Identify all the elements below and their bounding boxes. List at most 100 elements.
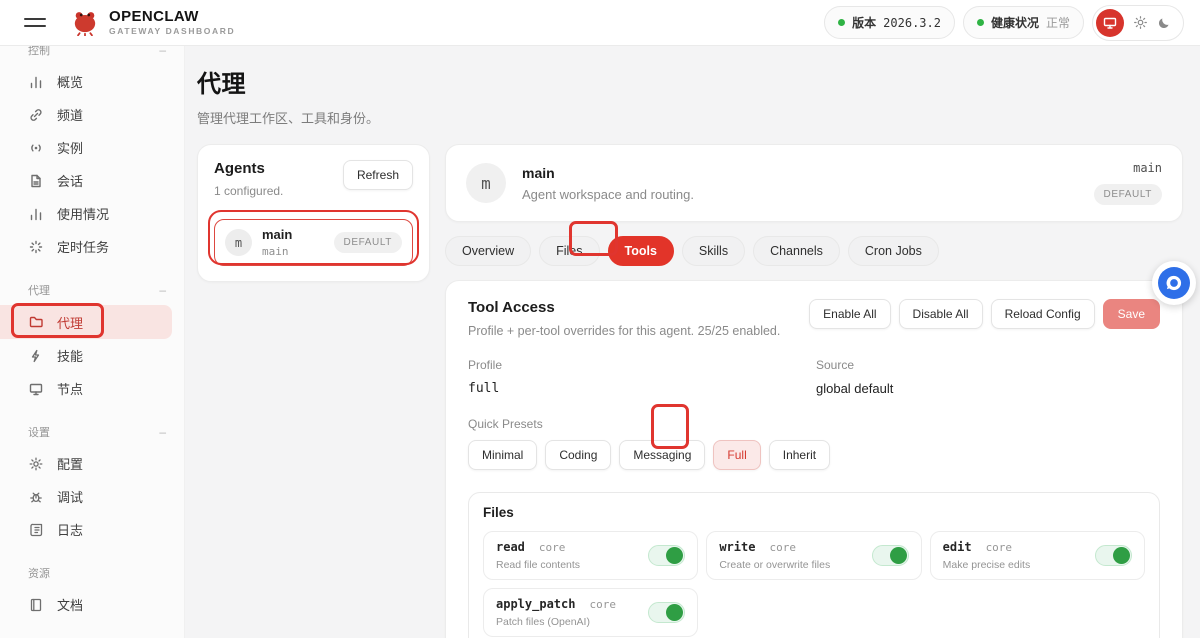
tool-edit: editcore Make precise edits bbox=[930, 531, 1145, 580]
sidebar-item-agents[interactable]: 代理 bbox=[0, 305, 172, 339]
tab-tools[interactable]: Tools bbox=[608, 236, 674, 266]
agent-list-item-main[interactable]: m main main DEFAULT bbox=[214, 219, 413, 266]
health-badge: 健康状况 正常 bbox=[963, 6, 1084, 39]
sidebar-section-control: 控制– bbox=[0, 46, 184, 60]
version-value: 2026.3.2 bbox=[883, 16, 941, 30]
agent-id: main bbox=[262, 245, 292, 258]
disable-all-button[interactable]: Disable All bbox=[899, 299, 983, 329]
sidebar-item-label: 代理 bbox=[57, 313, 83, 332]
tab-files[interactable]: Files bbox=[539, 236, 599, 266]
tool-scope: core bbox=[589, 598, 616, 611]
avatar: m bbox=[225, 229, 252, 256]
collapse-icon[interactable]: – bbox=[159, 283, 166, 297]
tab-skills[interactable]: Skills bbox=[682, 236, 745, 266]
tool-apply-patch: apply_patch core Patch files (OpenAI) bbox=[483, 588, 698, 637]
gear-icon bbox=[28, 456, 44, 472]
app-root: OPENCLAW GATEWAY DASHBOARD 版本 2026.3.2 健… bbox=[0, 0, 1200, 638]
enable-all-button[interactable]: Enable All bbox=[809, 299, 890, 329]
sidebar-section-resources: 资源 bbox=[0, 563, 184, 583]
sidebar-item-cron[interactable]: 定时任务 bbox=[0, 230, 184, 263]
sidebar-item-skills[interactable]: 技能 bbox=[0, 339, 184, 372]
tab-channels[interactable]: Channels bbox=[753, 236, 840, 266]
monitor-icon bbox=[28, 381, 44, 397]
quick-presets-label: Quick Presets bbox=[468, 417, 1160, 431]
chat-bubble-icon bbox=[1158, 267, 1190, 299]
agent-name: main bbox=[262, 227, 292, 242]
sidebar-item-usage[interactable]: 使用情况 bbox=[0, 197, 184, 230]
sun-icon[interactable] bbox=[1133, 15, 1148, 30]
tool-access-card: Tool Access Profile + per-tool overrides… bbox=[445, 280, 1183, 638]
sidebar-item-channels[interactable]: 频道 bbox=[0, 98, 184, 131]
sidebar-item-nodes[interactable]: 节点 bbox=[0, 372, 184, 405]
agent-header-description: Agent workspace and routing. bbox=[522, 187, 694, 202]
sidebar-item-sessions[interactable]: 会话 bbox=[0, 164, 184, 197]
tool-name: apply_patch bbox=[496, 597, 575, 611]
preset-messaging-button[interactable]: Messaging bbox=[619, 440, 705, 470]
reload-config-button[interactable]: Reload Config bbox=[991, 299, 1095, 329]
floating-assistant-button[interactable] bbox=[1152, 261, 1196, 305]
sidebar-item-label: 会话 bbox=[57, 171, 83, 190]
quick-presets: Minimal Coding Messaging Full Inherit bbox=[468, 440, 1160, 470]
agents-panel: Agents 1 configured. Refresh m main main… bbox=[197, 144, 430, 282]
brand-subtitle: GATEWAY DASHBOARD bbox=[109, 27, 235, 36]
tool-apply-patch-toggle[interactable] bbox=[648, 602, 685, 623]
files-group-title: Files bbox=[483, 505, 1145, 520]
tool-name: read bbox=[496, 540, 525, 554]
sidebar-item-debug[interactable]: 调试 bbox=[0, 480, 184, 513]
default-badge: DEFAULT bbox=[334, 232, 402, 253]
agents-panel-title: Agents bbox=[214, 160, 283, 177]
theme-toggle-group bbox=[1092, 5, 1184, 41]
tool-read-toggle[interactable] bbox=[648, 545, 685, 566]
sidebar-item-logs[interactable]: 日志 bbox=[0, 513, 184, 546]
tool-description: Create or overwrite files bbox=[719, 559, 830, 571]
link-icon bbox=[28, 107, 44, 123]
openclaw-logo-icon bbox=[70, 10, 100, 36]
sidebar-item-docs[interactable]: 文档 bbox=[0, 588, 184, 621]
file-icon bbox=[28, 173, 44, 189]
default-badge: DEFAULT bbox=[1094, 184, 1162, 205]
tool-name: edit bbox=[943, 540, 972, 554]
sidebar-item-label: 节点 bbox=[57, 379, 83, 398]
sidebar-item-instances[interactable]: 实例 bbox=[0, 131, 184, 164]
bar-chart-icon bbox=[28, 74, 44, 90]
collapse-icon[interactable]: – bbox=[159, 425, 166, 439]
tab-overview[interactable]: Overview bbox=[445, 236, 531, 266]
profile-label: Profile bbox=[468, 358, 816, 372]
tool-access-title: Tool Access bbox=[468, 299, 780, 316]
preset-full-button[interactable]: Full bbox=[713, 440, 760, 470]
preset-minimal-button[interactable]: Minimal bbox=[468, 440, 537, 470]
sidebar-item-label: 日志 bbox=[57, 520, 83, 539]
tool-read: readcore Read file contents bbox=[483, 531, 698, 580]
health-value: 正常 bbox=[1046, 14, 1070, 31]
tool-edit-toggle[interactable] bbox=[1095, 545, 1132, 566]
refresh-button[interactable]: Refresh bbox=[343, 160, 413, 190]
preset-coding-button[interactable]: Coding bbox=[545, 440, 611, 470]
status-dot-icon bbox=[977, 19, 984, 26]
topbar: OPENCLAW GATEWAY DASHBOARD 版本 2026.3.2 健… bbox=[0, 0, 1200, 46]
files-tool-group: Files readcore Read file contents bbox=[468, 492, 1160, 638]
tool-scope: core bbox=[986, 541, 1013, 554]
tool-write: writecore Create or overwrite files bbox=[706, 531, 921, 580]
bug-icon bbox=[28, 489, 44, 505]
sidebar-item-config[interactable]: 配置 bbox=[0, 447, 184, 480]
save-button[interactable]: Save bbox=[1103, 299, 1160, 329]
sidebar-item-overview[interactable]: 概览 bbox=[0, 65, 184, 98]
menu-icon[interactable] bbox=[24, 15, 46, 31]
sidebar-section-settings: 设置– bbox=[0, 422, 184, 442]
tool-access-subtitle: Profile + per-tool overrides for this ag… bbox=[468, 324, 780, 338]
tool-write-toggle[interactable] bbox=[872, 545, 909, 566]
sidebar-item-label: 调试 bbox=[57, 487, 83, 506]
tool-name: write bbox=[719, 540, 755, 554]
moon-icon[interactable] bbox=[1157, 16, 1171, 30]
collapse-icon[interactable]: – bbox=[159, 46, 166, 57]
version-label: 版本 bbox=[852, 14, 876, 31]
preset-inherit-button[interactable]: Inherit bbox=[769, 440, 830, 470]
book-icon bbox=[28, 597, 44, 613]
tab-cron-jobs[interactable]: Cron Jobs bbox=[848, 236, 939, 266]
theme-system-button[interactable] bbox=[1096, 9, 1124, 37]
folder-icon bbox=[28, 314, 44, 330]
monitor-icon bbox=[1103, 16, 1117, 30]
sidebar-item-label: 技能 bbox=[57, 346, 83, 365]
agent-header-name: main bbox=[522, 165, 694, 181]
tool-description: Patch files (OpenAI) bbox=[496, 616, 616, 628]
